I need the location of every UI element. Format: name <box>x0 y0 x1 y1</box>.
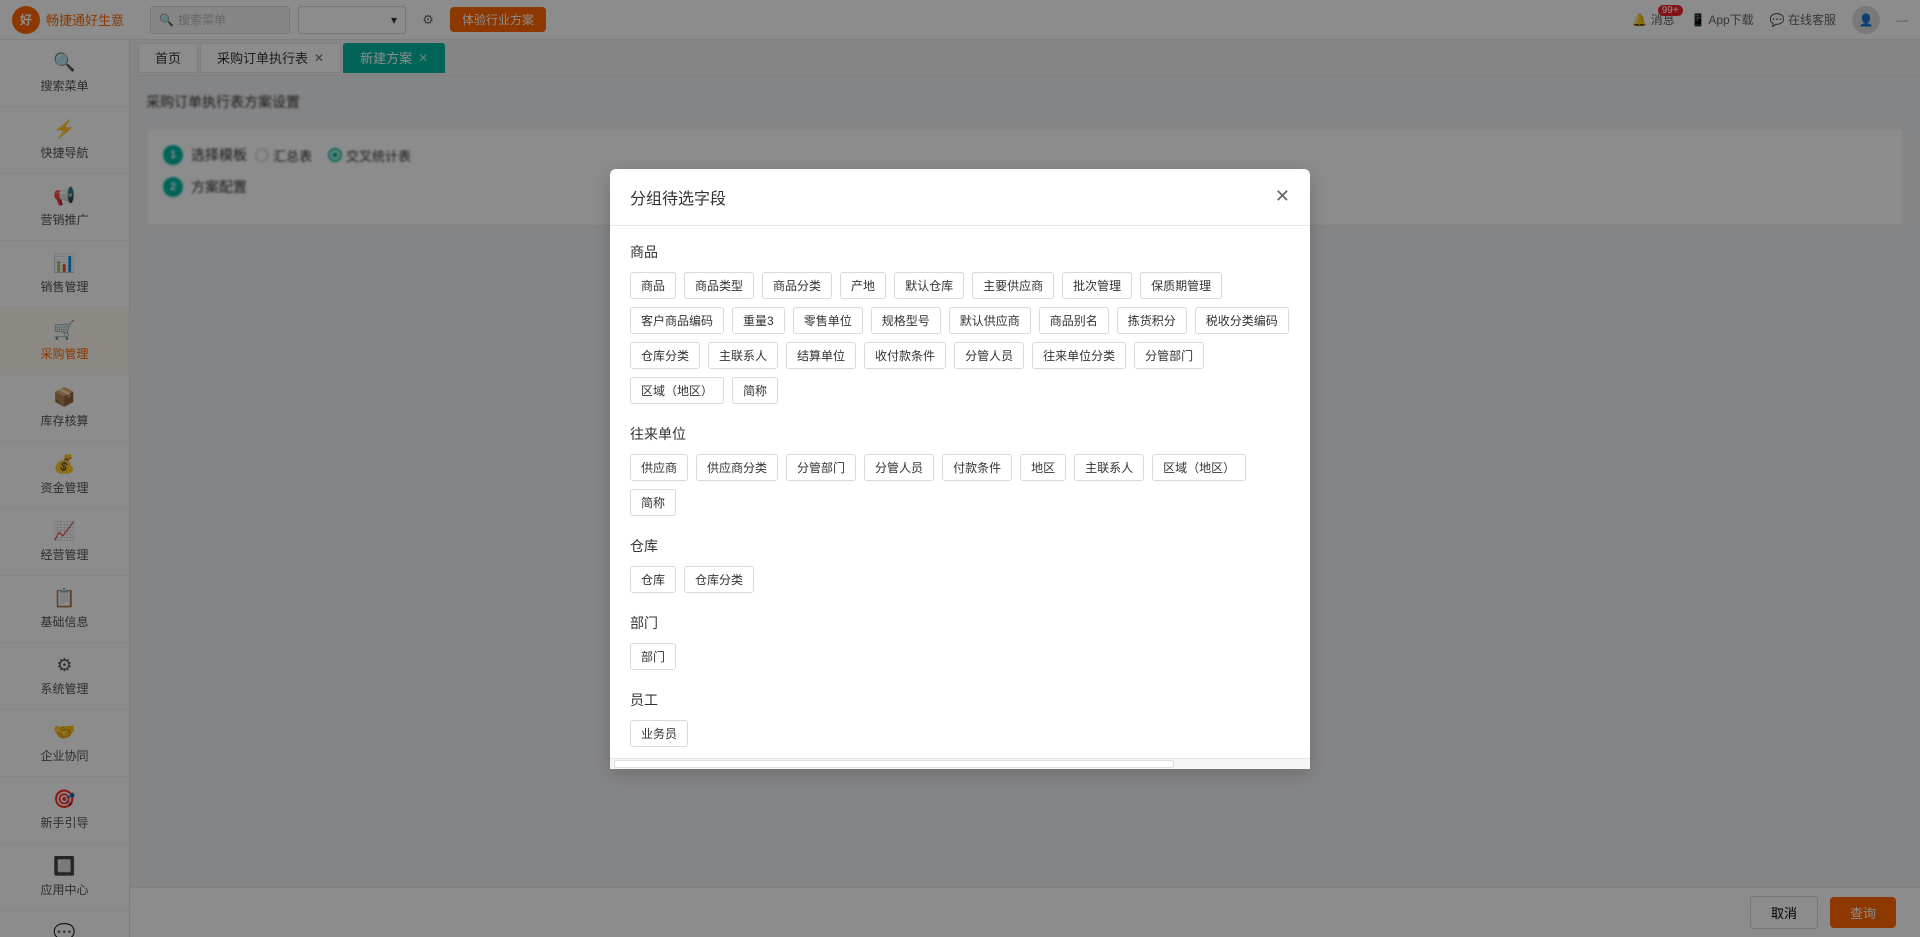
field-warehouse[interactable]: 仓库 <box>630 566 676 593</box>
field-supplier-category[interactable]: 供应商分类 <box>696 454 778 481</box>
field-selection-modal: 分组待选字段 ✕ 商品 商品 商品类型 商品分类 产地 默认仓库 主要供应商 批… <box>610 169 1310 769</box>
field-spec-model[interactable]: 规格型号 <box>871 307 941 334</box>
field-main-supplier[interactable]: 主要供应商 <box>972 272 1054 299</box>
field-product-alias[interactable]: 商品别名 <box>1039 307 1109 334</box>
field-partner-category[interactable]: 往来单位分类 <box>1032 342 1126 369</box>
department-fields: 部门 <box>630 643 1290 670</box>
section-employee: 员工 业务员 <box>630 690 1290 747</box>
field-retail-unit[interactable]: 零售单位 <box>793 307 863 334</box>
field-product-category[interactable]: 商品分类 <box>762 272 832 299</box>
section-employee-title: 员工 <box>630 690 1290 710</box>
field-supervisor-person2[interactable]: 分管人员 <box>864 454 934 481</box>
field-product[interactable]: 商品 <box>630 272 676 299</box>
field-supplier[interactable]: 供应商 <box>630 454 688 481</box>
field-supervisor-dept[interactable]: 分管部门 <box>786 454 856 481</box>
field-payment-terms[interactable]: 收付款条件 <box>864 342 946 369</box>
field-default-warehouse[interactable]: 默认仓库 <box>894 272 964 299</box>
employee-fields: 业务员 <box>630 720 1290 747</box>
field-supervisor-person[interactable]: 分管人员 <box>954 342 1024 369</box>
section-department-title: 部门 <box>630 613 1290 633</box>
field-short-name-p[interactable]: 简称 <box>732 377 778 404</box>
field-pick-points[interactable]: 拣货积分 <box>1117 307 1187 334</box>
field-payment-cond[interactable]: 付款条件 <box>942 454 1012 481</box>
section-partner: 往来单位 供应商 供应商分类 分管部门 分管人员 付款条件 地区 主联系人 区域… <box>630 424 1290 516</box>
field-department[interactable]: 部门 <box>630 643 676 670</box>
section-product-title: 商品 <box>630 242 1290 262</box>
modal-hscroll[interactable] <box>610 758 1310 769</box>
field-weight3[interactable]: 重量3 <box>732 307 785 334</box>
field-main-contact2[interactable]: 主联系人 <box>1074 454 1144 481</box>
field-region-p[interactable]: 区域（地区） <box>630 377 724 404</box>
section-product: 商品 商品 商品类型 商品分类 产地 默认仓库 主要供应商 批次管理 保质期管理… <box>630 242 1290 404</box>
field-product-type[interactable]: 商品类型 <box>684 272 754 299</box>
modal-overlay: 分组待选字段 ✕ 商品 商品 商品类型 商品分类 产地 默认仓库 主要供应商 批… <box>0 0 1920 937</box>
section-department: 部门 部门 <box>630 613 1290 670</box>
field-salesperson[interactable]: 业务员 <box>630 720 688 747</box>
product-fields: 商品 商品类型 商品分类 产地 默认仓库 主要供应商 批次管理 保质期管理 客户… <box>630 272 1290 404</box>
warehouse-fields: 仓库 仓库分类 <box>630 566 1290 593</box>
field-default-supplier[interactable]: 默认供应商 <box>949 307 1031 334</box>
section-warehouse: 仓库 仓库 仓库分类 <box>630 536 1290 593</box>
modal-header: 分组待选字段 ✕ <box>610 169 1310 226</box>
field-warehouse-category[interactable]: 仓库分类 <box>630 342 700 369</box>
field-tax-code[interactable]: 税收分类编码 <box>1195 307 1289 334</box>
modal-title: 分组待选字段 <box>630 185 726 209</box>
section-warehouse-title: 仓库 <box>630 536 1290 556</box>
modal-close-btn[interactable]: ✕ <box>1275 186 1290 207</box>
partner-fields: 供应商 供应商分类 分管部门 分管人员 付款条件 地区 主联系人 区域（地区） … <box>630 454 1290 516</box>
field-expiry-mgmt[interactable]: 保质期管理 <box>1140 272 1222 299</box>
field-short-name[interactable]: 简称 <box>630 489 676 516</box>
modal-body[interactable]: 商品 商品 商品类型 商品分类 产地 默认仓库 主要供应商 批次管理 保质期管理… <box>610 226 1310 758</box>
field-area[interactable]: 地区 <box>1020 454 1066 481</box>
field-settle-unit[interactable]: 结算单位 <box>786 342 856 369</box>
section-partner-title: 往来单位 <box>630 424 1290 444</box>
field-warehouse-cat[interactable]: 仓库分类 <box>684 566 754 593</box>
field-customer-sku[interactable]: 客户商品编码 <box>630 307 724 334</box>
field-region[interactable]: 区域（地区） <box>1152 454 1246 481</box>
field-main-contact[interactable]: 主联系人 <box>708 342 778 369</box>
field-origin[interactable]: 产地 <box>840 272 886 299</box>
field-batch-mgmt[interactable]: 批次管理 <box>1062 272 1132 299</box>
field-supervisor-dept-p[interactable]: 分管部门 <box>1134 342 1204 369</box>
